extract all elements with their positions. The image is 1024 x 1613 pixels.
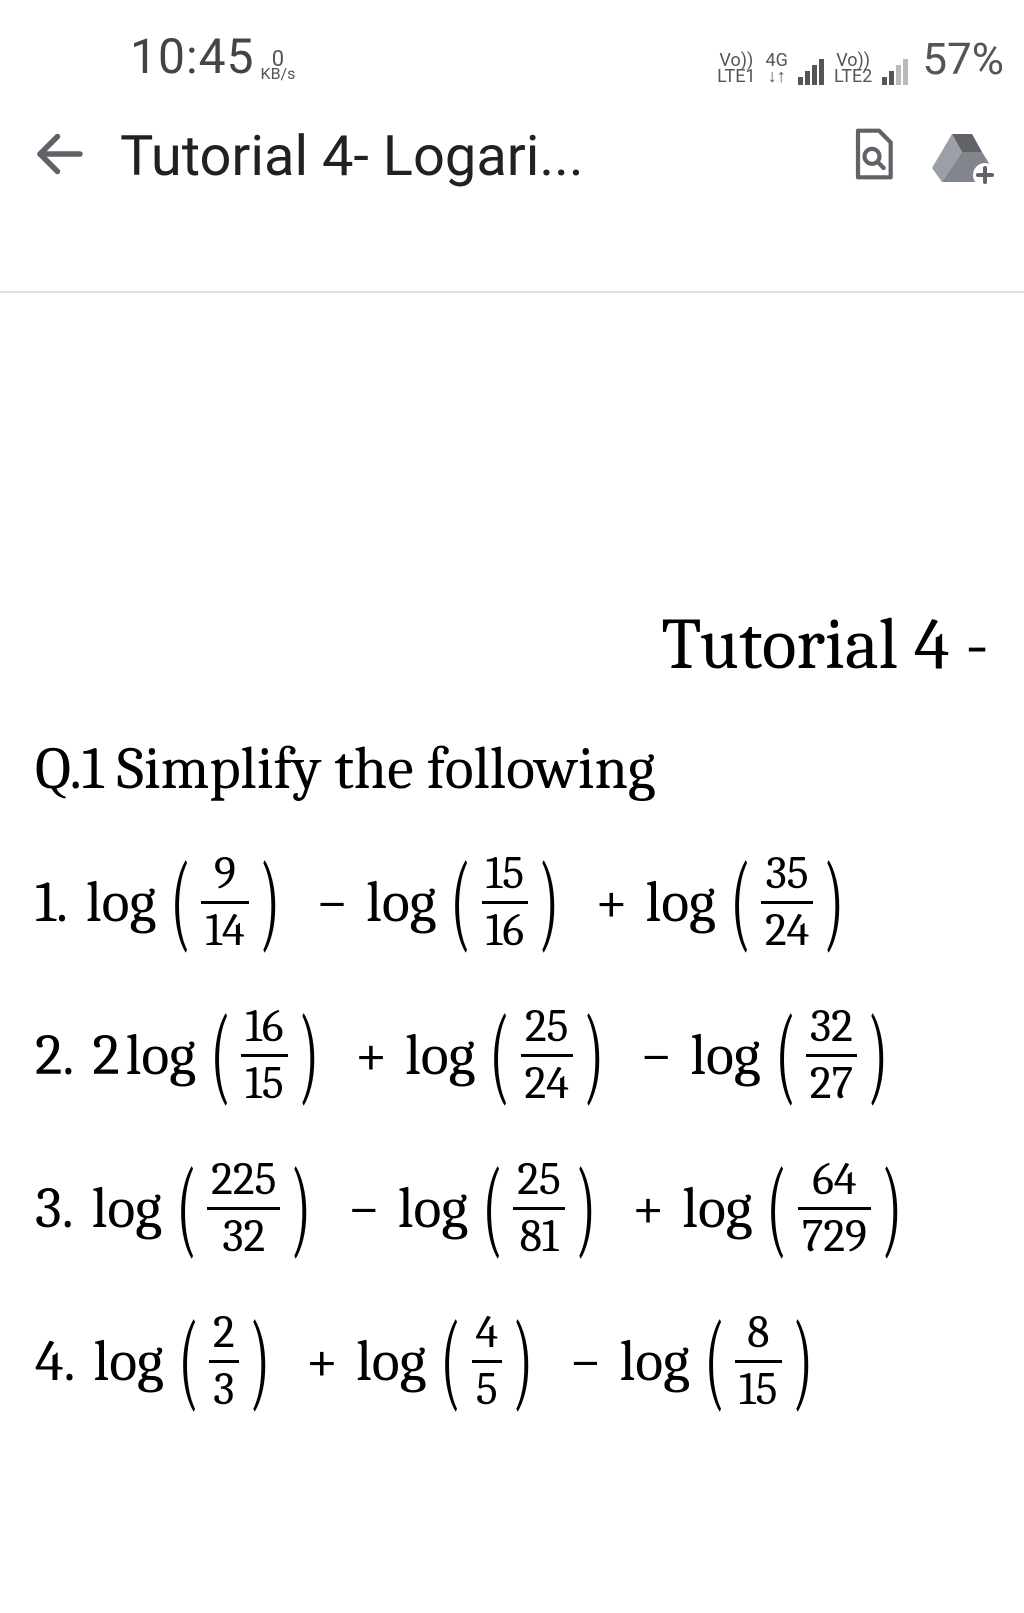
log-term: 2log(1615): [92, 1004, 329, 1107]
volte1-indicator: Vo)) LTE1: [717, 53, 755, 85]
log-term: +log(3524): [581, 851, 854, 954]
data-rate-unit: KB/s: [261, 68, 296, 81]
signal-sim1-icon: [798, 57, 824, 85]
question-item: 3. log(22532)−log(2581)+log(64729): [35, 1157, 989, 1260]
battery-percent: 57%: [922, 33, 1004, 85]
item-number: 1.: [35, 869, 68, 936]
document-body: Tutorial 4 - Q.1 Simplify the following …: [0, 603, 1024, 1413]
tutorial-heading: Tutorial 4 -: [35, 603, 989, 686]
back-icon[interactable]: [30, 124, 90, 188]
find-in-document-icon[interactable]: [844, 126, 900, 186]
status-left: 10:45 0 KB/s: [130, 28, 295, 85]
log-term: +log(64729): [618, 1157, 912, 1260]
app-bar: Tutorial 4- Logari...: [0, 93, 1024, 229]
item-number: 3.: [35, 1175, 74, 1242]
drive-add-icon[interactable]: [930, 128, 994, 184]
log-term: log(914): [86, 851, 290, 954]
status-bar: 10:45 0 KB/s Vo)) LTE1 4G ↓↑ Vo)) LTE2 5…: [0, 0, 1024, 93]
question-item: 1. log(914)−log(1516)+log(3524): [35, 851, 989, 954]
status-right: Vo)) LTE1 4G ↓↑ Vo)) LTE2 57%: [717, 33, 1004, 85]
log-term: log(23): [93, 1310, 279, 1413]
divider: [0, 291, 1024, 293]
volte1-bot: LTE1: [717, 69, 755, 85]
network-arrows: ↓↑: [768, 69, 786, 85]
log-term: +log(2524): [341, 1004, 614, 1107]
network-4g-indicator: 4G ↓↑: [766, 53, 788, 85]
question-item: 4. log(23)+log(45)−log(815): [35, 1310, 989, 1413]
signal-sim2-icon: [882, 57, 908, 85]
log-term: −log(1516): [302, 851, 569, 954]
status-data-rate: 0 KB/s: [261, 51, 296, 81]
log-term: −log(3227): [626, 1004, 898, 1107]
question-item: 2. 2log(1615)+log(2524)−log(3227): [35, 1004, 989, 1107]
volte2-bot: LTE2: [834, 69, 872, 85]
item-number: 4.: [35, 1328, 75, 1395]
log-term: log(22532): [92, 1157, 322, 1260]
item-number: 2.: [35, 1022, 74, 1089]
volte2-indicator: Vo)) LTE2: [834, 53, 872, 85]
page-title: Tutorial 4- Logari...: [120, 123, 814, 189]
status-clock: 10:45: [130, 28, 255, 85]
log-term: −log(2581): [334, 1157, 606, 1260]
log-term: −log(815): [555, 1310, 822, 1413]
question-heading: Q.1 Simplify the following: [35, 734, 989, 803]
log-term: +log(45): [292, 1310, 544, 1413]
